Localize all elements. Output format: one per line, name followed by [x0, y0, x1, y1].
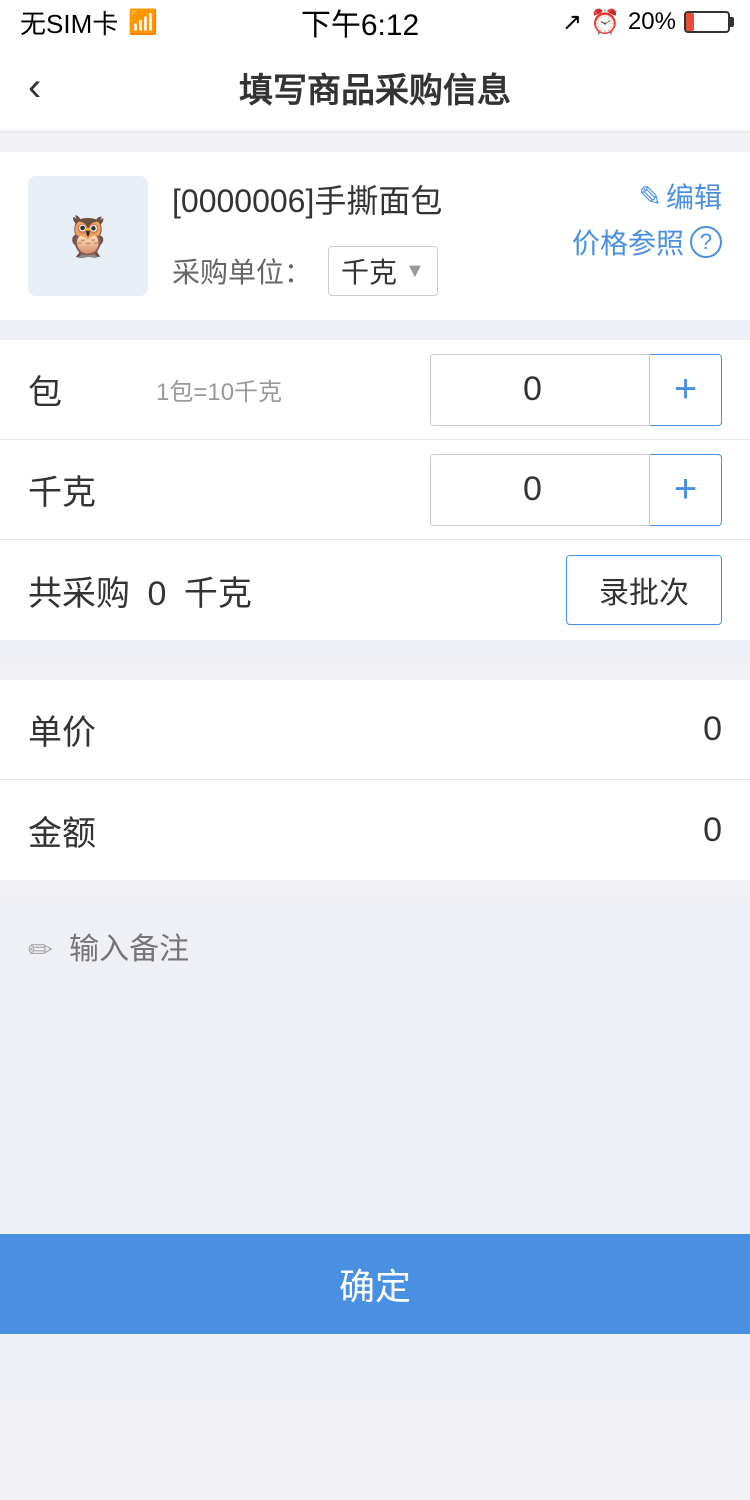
price-ref-label: 价格参照 [572, 222, 684, 262]
back-button[interactable]: ‹ [28, 65, 41, 110]
pack-qty-input[interactable] [430, 354, 650, 426]
unit-label: 采购单位： [172, 251, 312, 291]
status-bar: 无SIM卡 📶 下午6:12 ↗ ⏰ 20% [0, 0, 750, 44]
summary-text: 共采购 0 千克 [28, 566, 252, 615]
unit-price-label: 单价 [28, 705, 96, 754]
pack-sublabel: 1包=10千克 [156, 372, 282, 407]
unit-value: 千克 [341, 251, 397, 291]
wifi-icon: 📶 [128, 8, 158, 37]
pack-plus-button[interactable]: + [650, 354, 722, 426]
unit-price-row: 单价 0 [0, 680, 750, 780]
bottom-spacer [0, 1000, 750, 1400]
alarm-icon: ⏰ [590, 8, 620, 37]
product-card: 🦉 [0000006]手撕面包 采购单位： 千克 ▼ ✎ 编辑 价格参照 ? [0, 152, 750, 320]
quantity-section: 包 1包=10千克 + 千克 + [0, 340, 750, 540]
price-ref-section[interactable]: 价格参照 ? [572, 222, 722, 262]
nav-bar: ‹ 填写商品采购信息 [0, 44, 750, 132]
location-icon: ↗ [562, 8, 582, 37]
section-divider-2 [0, 640, 750, 660]
pack-qty-group: + [430, 354, 722, 426]
unit-select-dropdown[interactable]: 千克 ▼ [328, 246, 438, 296]
remark-input[interactable] [69, 933, 722, 967]
section-divider-1 [0, 320, 750, 340]
remark-section: ✏ [0, 900, 750, 1000]
product-logo-icon: 🦉 [63, 213, 113, 260]
chevron-down-icon: ▼ [405, 260, 425, 283]
kg-qty-input[interactable] [430, 454, 650, 526]
edit-button[interactable]: ✎ 编辑 [639, 176, 722, 216]
price-ref-icon: ? [690, 226, 722, 258]
kg-plus-button[interactable]: + [650, 454, 722, 526]
product-thumbnail: 🦉 [28, 176, 148, 296]
amount-row: 金额 0 [0, 780, 750, 880]
kg-row: 千克 + [0, 440, 750, 540]
pack-label: 包 [28, 365, 148, 414]
battery-icon [684, 11, 730, 33]
remark-icon: ✏ [28, 933, 53, 968]
unit-price-value: 0 [703, 710, 722, 749]
carrier-label: 无SIM卡 [20, 4, 118, 41]
price-section: 单价 0 金额 0 [0, 680, 750, 880]
kg-label: 千克 [28, 465, 148, 514]
kg-qty-group: + [430, 454, 722, 526]
battery-percent: 20% [628, 8, 676, 36]
amount-label: 金额 [28, 806, 96, 855]
time-label: 下午6:12 [301, 0, 419, 44]
status-right: ↗ ⏰ 20% [562, 8, 730, 37]
status-left: 无SIM卡 📶 [20, 4, 158, 41]
confirm-button[interactable]: 确定 [0, 1234, 750, 1334]
pack-row: 包 1包=10千克 + [0, 340, 750, 440]
edit-icon: ✎ [639, 180, 662, 213]
summary-row: 共采购 0 千克 录批次 [0, 540, 750, 640]
page-title: 填写商品采购信息 [239, 63, 511, 112]
amount-value: 0 [703, 811, 722, 850]
record-batch-button[interactable]: 录批次 [566, 555, 722, 625]
